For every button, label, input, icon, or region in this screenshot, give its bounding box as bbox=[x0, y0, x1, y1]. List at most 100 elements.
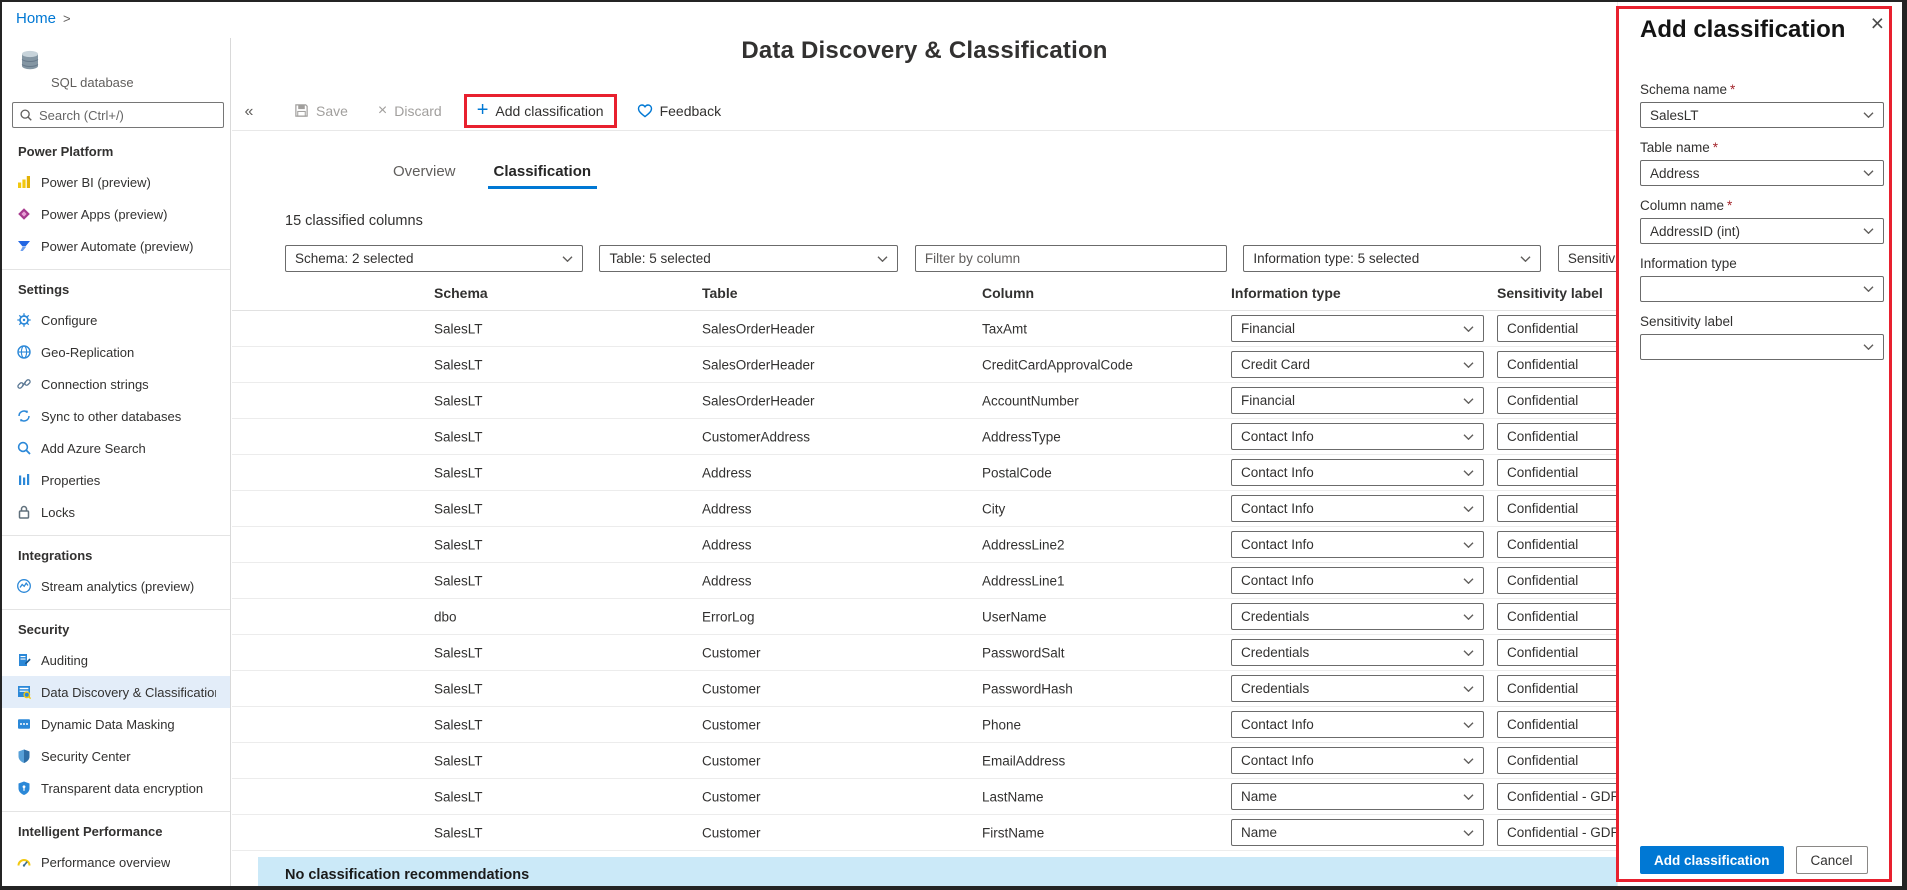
sidebar-item-performance-overview[interactable]: Performance overview bbox=[2, 846, 230, 878]
sidebar-item-connection-strings[interactable]: Connection strings bbox=[2, 368, 230, 400]
sidebar-item-power-apps-preview[interactable]: Power Apps (preview) bbox=[2, 198, 230, 230]
information-type-dropdown[interactable]: Contact Info bbox=[1231, 567, 1484, 594]
panel-header: Add classification × bbox=[1618, 2, 1902, 46]
sidebar-item-label: Transparent data encryption bbox=[41, 780, 204, 796]
sidebar-nav: Power Platform Power BI (preview) Power Ap… bbox=[2, 132, 230, 886]
information-type-dropdown[interactable]: Name bbox=[1231, 783, 1484, 810]
cell-column: City bbox=[982, 501, 1006, 516]
schema-name-select[interactable]: SalesLT bbox=[1640, 102, 1884, 128]
information-type-dropdown[interactable]: Credentials bbox=[1231, 639, 1484, 666]
information-type-dropdown[interactable]: Contact Info bbox=[1231, 531, 1484, 558]
table-row: SalesLT Customer LastName Name Confidential … bbox=[232, 779, 1617, 815]
sensitivity-label-dropdown[interactable]: Confidential bbox=[1497, 459, 1617, 486]
feedback-button[interactable]: Feedback bbox=[637, 103, 721, 119]
sidebar-item-label: Connection strings bbox=[41, 376, 149, 392]
information-type-dropdown[interactable]: Contact Info bbox=[1231, 711, 1484, 738]
sidebar-item-data-discovery-classification[interactable]: Data Discovery & Classification bbox=[2, 676, 230, 708]
sidebar-item-transparent-data-encryption[interactable]: Transparent data encryption bbox=[2, 772, 230, 804]
sensitivity-label-dropdown[interactable]: Confidential bbox=[1497, 639, 1617, 666]
sensitivity-label-dropdown[interactable]: Confidential bbox=[1497, 711, 1617, 738]
sidebar-item-security-center[interactable]: Security Center bbox=[2, 740, 230, 772]
schema-filter-dropdown[interactable]: Schema: 2 selected bbox=[285, 245, 583, 272]
cell-table: Address bbox=[702, 537, 752, 552]
sensitivity-label-dropdown[interactable]: Confidential bbox=[1497, 351, 1617, 378]
sidebar-item-power-bi-preview[interactable]: Power BI (preview) bbox=[2, 166, 230, 198]
sensitivity-label-dropdown[interactable]: Confidential bbox=[1497, 747, 1617, 774]
column-name-select[interactable]: AddressID (int) bbox=[1640, 218, 1884, 244]
field-information-type: Information type bbox=[1640, 256, 1884, 302]
breadcrumb-home-link[interactable]: Home bbox=[16, 10, 56, 27]
sidebar-item-sync-to-other-databases[interactable]: Sync to other databases bbox=[2, 400, 230, 432]
sensitivity-label-dropdown[interactable]: Confidential bbox=[1497, 603, 1617, 630]
chevron-down-icon bbox=[1463, 613, 1474, 620]
information-type-dropdown[interactable]: Contact Info bbox=[1231, 747, 1484, 774]
field-label: Sensitivity label bbox=[1640, 314, 1884, 329]
information-type-dropdown[interactable]: Financial bbox=[1231, 315, 1484, 342]
sidebar-search bbox=[12, 102, 224, 128]
panel-cancel-button[interactable]: Cancel bbox=[1795, 846, 1868, 874]
feedback-label: Feedback bbox=[659, 102, 722, 119]
sidebar-item-locks[interactable]: Locks bbox=[2, 496, 230, 528]
sensitivity-label-dropdown[interactable]: Confidential bbox=[1497, 495, 1617, 522]
sidebar-item-configure[interactable]: Configure bbox=[2, 304, 230, 336]
column-filter-input[interactable] bbox=[914, 245, 1227, 272]
table-name-select[interactable]: Address bbox=[1640, 160, 1884, 186]
information-type-value: Contact Info bbox=[1241, 465, 1314, 480]
sensitivity-label-value: Confidential bbox=[1507, 681, 1579, 696]
close-icon[interactable]: × bbox=[1871, 12, 1884, 35]
sensitivity-label-select[interactable] bbox=[1640, 334, 1884, 360]
sensitivity-label-dropdown[interactable]: Confidential - GDPR bbox=[1497, 819, 1617, 846]
chevron-down-icon bbox=[1520, 255, 1531, 262]
connection-strings-icon bbox=[16, 376, 33, 392]
information-type-dropdown[interactable]: Name bbox=[1231, 819, 1484, 846]
sidebar-item-stream-analytics-preview[interactable]: Stream analytics (preview) bbox=[2, 570, 230, 602]
save-button[interactable]: Save bbox=[294, 103, 348, 119]
information-type-filter-dropdown[interactable]: Information type: 5 selected bbox=[1243, 245, 1542, 272]
cell-schema: SalesLT bbox=[434, 429, 483, 444]
search-input[interactable] bbox=[12, 102, 224, 128]
cell-schema: SalesLT bbox=[434, 393, 483, 408]
sensitivity-label-dropdown[interactable]: Confidential bbox=[1497, 423, 1617, 450]
add-classification-button[interactable]: + Add classification bbox=[477, 100, 604, 120]
sidebar-item-properties[interactable]: Properties bbox=[2, 464, 230, 496]
chevron-down-icon bbox=[1863, 170, 1874, 176]
table-filter-dropdown[interactable]: Table: 5 selected bbox=[599, 245, 899, 272]
information-type-dropdown[interactable]: Credentials bbox=[1231, 603, 1484, 630]
information-type-dropdown[interactable]: Contact Info bbox=[1231, 459, 1484, 486]
sensitivity-label-dropdown[interactable]: Confidential - GDPR bbox=[1497, 783, 1617, 810]
information-type-dropdown[interactable]: Financial bbox=[1231, 387, 1484, 414]
information-type-value: Contact Info bbox=[1241, 429, 1314, 444]
information-type-dropdown[interactable]: Contact Info bbox=[1231, 495, 1484, 522]
sidebar-item-dynamic-data-masking[interactable]: Dynamic Data Masking bbox=[2, 708, 230, 740]
information-type-dropdown[interactable]: Credentials bbox=[1231, 675, 1484, 702]
sidebar-item-label: Add Azure Search bbox=[41, 440, 146, 456]
sidebar-item-performance-recommendations[interactable]: Performance recommendations bbox=[2, 878, 230, 886]
sensitivity-label-dropdown[interactable]: Confidential bbox=[1497, 675, 1617, 702]
field-schema-name: Schema name * SalesLT bbox=[1640, 82, 1884, 128]
tab-classification[interactable]: Classification bbox=[487, 159, 598, 189]
chevron-down-icon bbox=[1463, 793, 1474, 800]
sidebar-item-label: Locks bbox=[41, 504, 75, 520]
information-type-select[interactable] bbox=[1640, 276, 1884, 302]
panel-add-classification-button[interactable]: Add classification bbox=[1640, 846, 1784, 874]
sensitivity-label-dropdown[interactable]: Confidential bbox=[1497, 387, 1617, 414]
sensitivity-filter-dropdown[interactable]: Sensitivity la bbox=[1557, 245, 1617, 272]
information-type-dropdown[interactable]: Credit Card bbox=[1231, 351, 1484, 378]
sidebar-item-power-automate-preview[interactable]: Power Automate (preview) bbox=[2, 230, 230, 262]
cell-column: UserName bbox=[982, 609, 1047, 624]
field-value: Address bbox=[1650, 165, 1700, 181]
sidebar-item-geo-replication[interactable]: Geo-Replication bbox=[2, 336, 230, 368]
tab-overview[interactable]: Overview bbox=[387, 159, 462, 189]
performance-overview-icon bbox=[16, 854, 33, 870]
sensitivity-label-dropdown[interactable]: Confidential bbox=[1497, 315, 1617, 342]
discard-button[interactable]: × Discard bbox=[378, 102, 442, 119]
chevron-down-icon bbox=[1863, 112, 1874, 118]
sensitivity-label-dropdown[interactable]: Confidential bbox=[1497, 567, 1617, 594]
sensitivity-label-value: Confidential bbox=[1507, 753, 1579, 768]
sensitivity-label-dropdown[interactable]: Confidential bbox=[1497, 531, 1617, 558]
sidebar-item-label: Power Apps (preview) bbox=[41, 206, 168, 222]
sidebar-item-add-azure-search[interactable]: Add Azure Search bbox=[2, 432, 230, 464]
information-type-dropdown[interactable]: Contact Info bbox=[1231, 423, 1484, 450]
sidebar-item-label: Auditing bbox=[41, 652, 88, 668]
sidebar-item-auditing[interactable]: Auditing bbox=[2, 644, 230, 676]
